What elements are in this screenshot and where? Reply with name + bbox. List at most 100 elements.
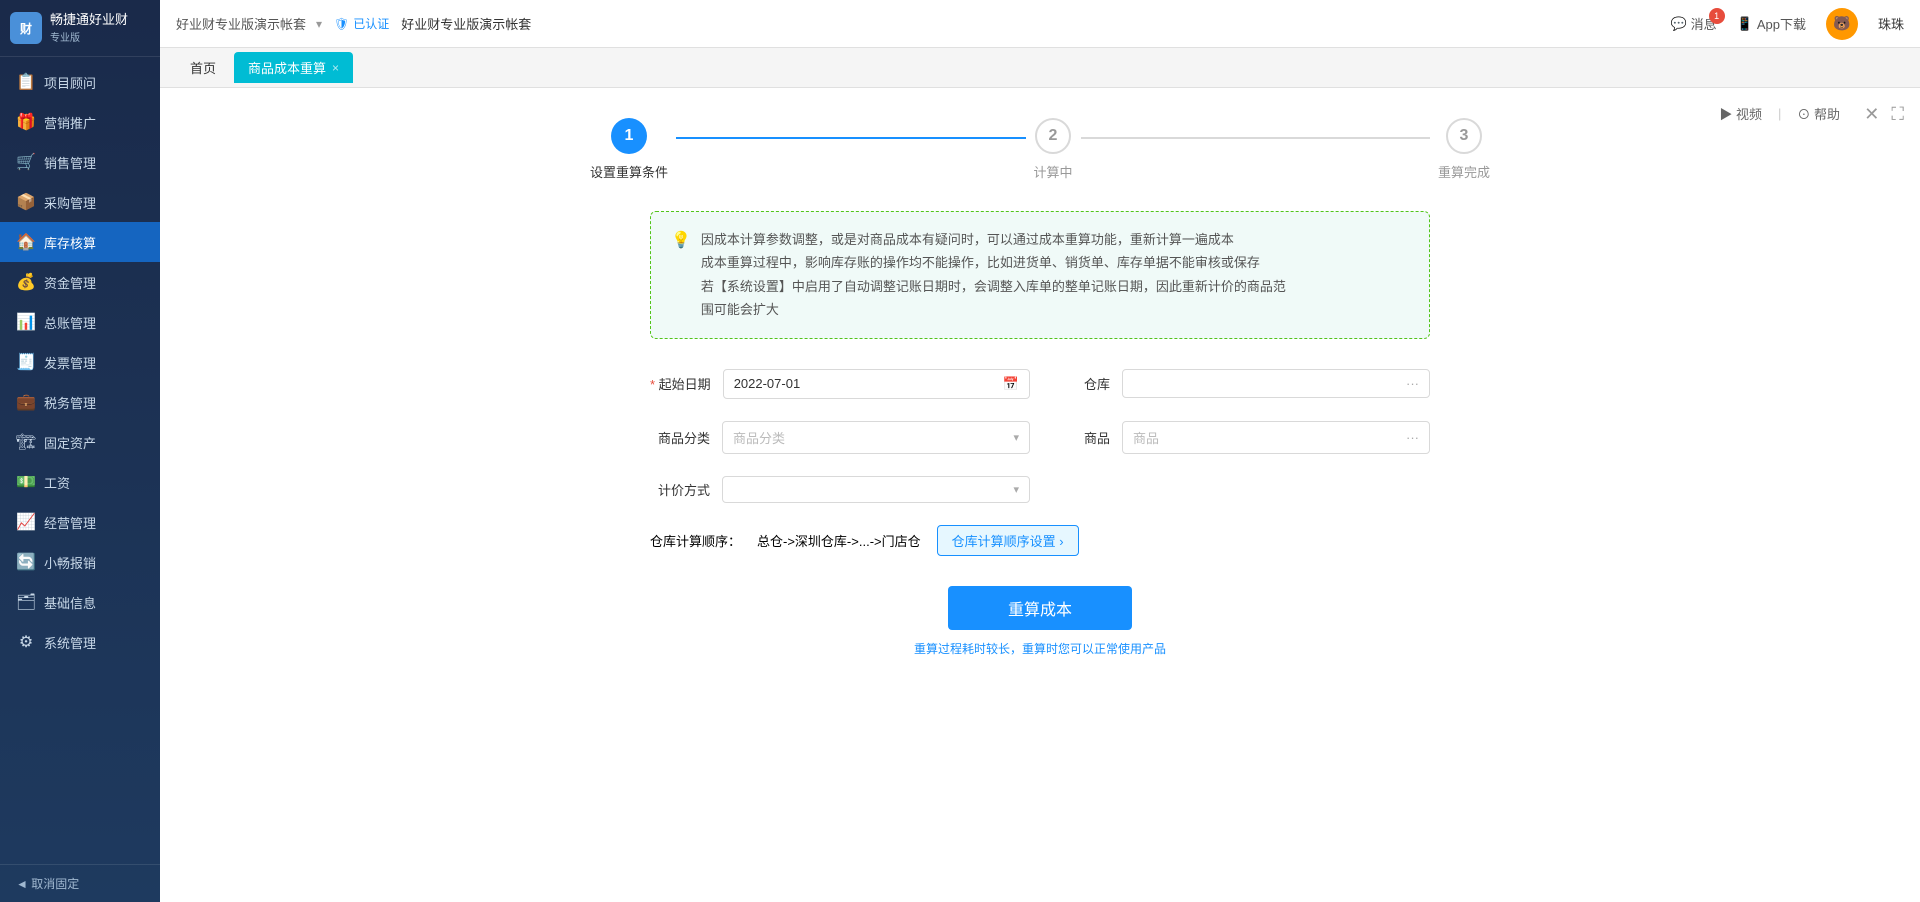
submit-area: 重算成本 重算过程耗时较长，重算时您可以正常使用产品 bbox=[650, 586, 1430, 657]
topbar-message-btn[interactable]: 💬 消息 1 bbox=[1670, 14, 1716, 33]
start-date-label: 起始日期 bbox=[650, 374, 711, 393]
logo-icon: 财 bbox=[10, 12, 42, 44]
sidebar-item-assets[interactable]: 🏗 固定资产 bbox=[0, 422, 160, 462]
goods-label: 商品 bbox=[1050, 428, 1110, 447]
recalculate-btn[interactable]: 重算成本 bbox=[948, 586, 1132, 630]
sidebar-label-purchase: 采购管理 bbox=[44, 193, 96, 212]
sidebar-logo: 财 畅捷通好业财 专业版 bbox=[0, 0, 160, 57]
video-btn[interactable]: ▶ 视频 bbox=[1719, 104, 1762, 123]
sidebar-item-project[interactable]: 📋 项目顾问 bbox=[0, 62, 160, 102]
info-line-3: 若【系统设置】中启用了自动调整记账日期时，会调整入库单的整单记账日期，因此重新计… bbox=[701, 275, 1286, 298]
shield-icon: 🛡 bbox=[334, 17, 349, 31]
invoice-icon: 🧾 bbox=[16, 352, 36, 372]
warehouse-order-label: 仓库计算顺序： bbox=[650, 531, 741, 550]
operation-icon: 📈 bbox=[16, 512, 36, 532]
topbar-app-download-btn[interactable]: 📱 App下载 bbox=[1737, 14, 1806, 33]
sidebar-label-basic: 基础信息 bbox=[44, 593, 96, 612]
tab-recalculate[interactable]: 商品成本重算 × bbox=[234, 52, 353, 83]
sidebar-item-purchase[interactable]: 📦 采购管理 bbox=[0, 182, 160, 222]
sidebar-item-operation[interactable]: 📈 经营管理 bbox=[0, 502, 160, 542]
sidebar-item-basic[interactable]: 🗂 基础信息 bbox=[0, 582, 160, 622]
step-2-label: 计算中 bbox=[1034, 162, 1073, 181]
tab-home[interactable]: 首页 bbox=[176, 52, 230, 83]
account-dropdown-icon: ▾ bbox=[316, 17, 322, 31]
tax-icon: 💼 bbox=[16, 392, 36, 412]
form-row-2: 商品分类 商品分类 ▾ 商品 商品 ··· bbox=[650, 421, 1430, 454]
sidebar-item-system[interactable]: ⚙ 系统管理 bbox=[0, 622, 160, 662]
topbar-verified: 🛡 已认证 bbox=[334, 15, 389, 32]
tabs-bar: 首页 商品成本重算 × bbox=[160, 48, 1920, 88]
sidebar-label-accounting: 总账管理 bbox=[44, 313, 96, 332]
app-download-label: App下载 bbox=[1757, 14, 1806, 33]
pricing-select[interactable]: ▾ bbox=[722, 476, 1030, 503]
sidebar-label-marketing: 营销推广 bbox=[44, 113, 96, 132]
sidebar-item-finance[interactable]: 💰 资金管理 bbox=[0, 262, 160, 302]
help-btn[interactable]: ⊙ 帮助 bbox=[1797, 104, 1840, 123]
step-indicator: 1 设置重算条件 2 计算中 3 重算完成 bbox=[590, 118, 1490, 181]
sidebar-nav: 📋 项目顾问 🎁 营销推广 🛒 销售管理 📦 采购管理 🏠 库存核算 💰 资金管… bbox=[0, 57, 160, 864]
goods-dots-icon: ··· bbox=[1406, 430, 1419, 445]
category-label: 商品分类 bbox=[650, 428, 710, 447]
info-text: 因成本计算参数调整，或是对商品成本有疑问时，可以通过成本重算功能，重新计算一遍成… bbox=[701, 228, 1286, 322]
info-line-1: 因成本计算参数调整，或是对商品成本有疑问时，可以通过成本重算功能，重新计算一遍成… bbox=[701, 228, 1286, 251]
user-avatar[interactable]: 🐻 bbox=[1826, 8, 1858, 40]
expense-icon: 🔄 bbox=[16, 552, 36, 572]
step-3-circle: 3 bbox=[1446, 118, 1482, 154]
info-box-content: 💡 因成本计算参数调整，或是对商品成本有疑问时，可以通过成本重算功能，重新计算一… bbox=[671, 228, 1409, 322]
category-arrow-icon: ▾ bbox=[1013, 431, 1019, 444]
step-line-2 bbox=[1081, 137, 1430, 139]
info-line-2: 成本重算过程中，影响库存账的操作均不能操作，比如进货单、销货单、库存单据不能审核… bbox=[701, 251, 1286, 274]
topbar-right: 💬 消息 1 📱 App下载 🐻 珠珠 bbox=[1670, 8, 1904, 40]
account-name: 好业财专业版演示帐套 bbox=[176, 14, 306, 33]
tab-home-label: 首页 bbox=[190, 58, 216, 77]
inventory-icon: 🏠 bbox=[16, 232, 36, 252]
sidebar-label-assets: 固定资产 bbox=[44, 433, 96, 452]
system-icon: ⚙ bbox=[16, 632, 36, 652]
form-group-warehouse: 仓库 ··· bbox=[1050, 369, 1430, 398]
sidebar-pin-toggle[interactable]: ◄ 取消固定 bbox=[0, 864, 160, 902]
logo-text-container: 畅捷通好业财 专业版 bbox=[50, 12, 128, 44]
step-1: 1 设置重算条件 bbox=[590, 118, 668, 181]
user-name: 珠珠 bbox=[1878, 14, 1904, 33]
calendar-icon: 📅 bbox=[1003, 376, 1019, 392]
start-date-input[interactable]: 2022-07-01 📅 bbox=[723, 369, 1030, 399]
sidebar-label-invoice: 发票管理 bbox=[44, 353, 96, 372]
warehouse-input[interactable]: ··· bbox=[1122, 369, 1430, 398]
warehouse-order-value: 总仓->深圳仓库->...->门店仓 bbox=[757, 531, 921, 550]
form-group-date: 起始日期 2022-07-01 📅 bbox=[650, 369, 1030, 399]
window-controls: ✕ ⛶ bbox=[1864, 104, 1904, 125]
sidebar-item-salary[interactable]: 💵 工资 bbox=[0, 462, 160, 502]
form-group-goods: 商品 商品 ··· bbox=[1050, 421, 1430, 454]
sidebar-label-expense: 小畅报销 bbox=[44, 553, 96, 572]
divider: | bbox=[1778, 106, 1781, 121]
expand-window-btn[interactable]: ⛶ bbox=[1891, 104, 1904, 125]
sidebar-item-invoice[interactable]: 🧾 发票管理 bbox=[0, 342, 160, 382]
avatar-image: 🐻 bbox=[1833, 15, 1850, 32]
phone-icon: 📱 bbox=[1737, 16, 1753, 32]
warehouse-label: 仓库 bbox=[1050, 374, 1110, 393]
sidebar-label-inventory: 库存核算 bbox=[44, 233, 96, 252]
sidebar-item-inventory[interactable]: 🏠 库存核算 bbox=[0, 222, 160, 262]
warehouse-dots-icon: ··· bbox=[1406, 376, 1419, 391]
sidebar-label-operation: 经营管理 bbox=[44, 513, 96, 532]
accounting-icon: 📊 bbox=[16, 312, 36, 332]
sidebar-item-tax[interactable]: 💼 税务管理 bbox=[0, 382, 160, 422]
form-group-category: 商品分类 商品分类 ▾ bbox=[650, 421, 1030, 454]
close-window-btn[interactable]: ✕ bbox=[1864, 104, 1879, 125]
sidebar-item-expense[interactable]: 🔄 小畅报销 bbox=[0, 542, 160, 582]
step-1-circle: 1 bbox=[611, 118, 647, 154]
sidebar-item-sales[interactable]: 🛒 销售管理 bbox=[0, 142, 160, 182]
sidebar-item-marketing[interactable]: 🎁 营销推广 bbox=[0, 102, 160, 142]
sidebar-label-project: 项目顾问 bbox=[44, 73, 96, 92]
main-area: 好业财专业版演示帐套 ▾ 🛡 已认证 好业财专业版演示帐套 💬 消息 1 📱 A… bbox=[160, 0, 1920, 902]
sidebar-label-finance: 资金管理 bbox=[44, 273, 96, 292]
goods-input[interactable]: 商品 ··· bbox=[1122, 421, 1430, 454]
category-select[interactable]: 商品分类 ▾ bbox=[722, 421, 1030, 454]
form-area: 起始日期 2022-07-01 📅 仓库 ··· 商品分 bbox=[650, 369, 1430, 657]
warehouse-order-settings-btn[interactable]: 仓库计算顺序设置 › bbox=[937, 525, 1079, 556]
tab-close-icon[interactable]: × bbox=[332, 61, 339, 75]
finance-icon: 💰 bbox=[16, 272, 36, 292]
step-3-label: 重算完成 bbox=[1438, 162, 1490, 181]
sidebar-item-accounting[interactable]: 📊 总账管理 bbox=[0, 302, 160, 342]
topbar-account-selector[interactable]: 好业财专业版演示帐套 ▾ bbox=[176, 14, 322, 33]
